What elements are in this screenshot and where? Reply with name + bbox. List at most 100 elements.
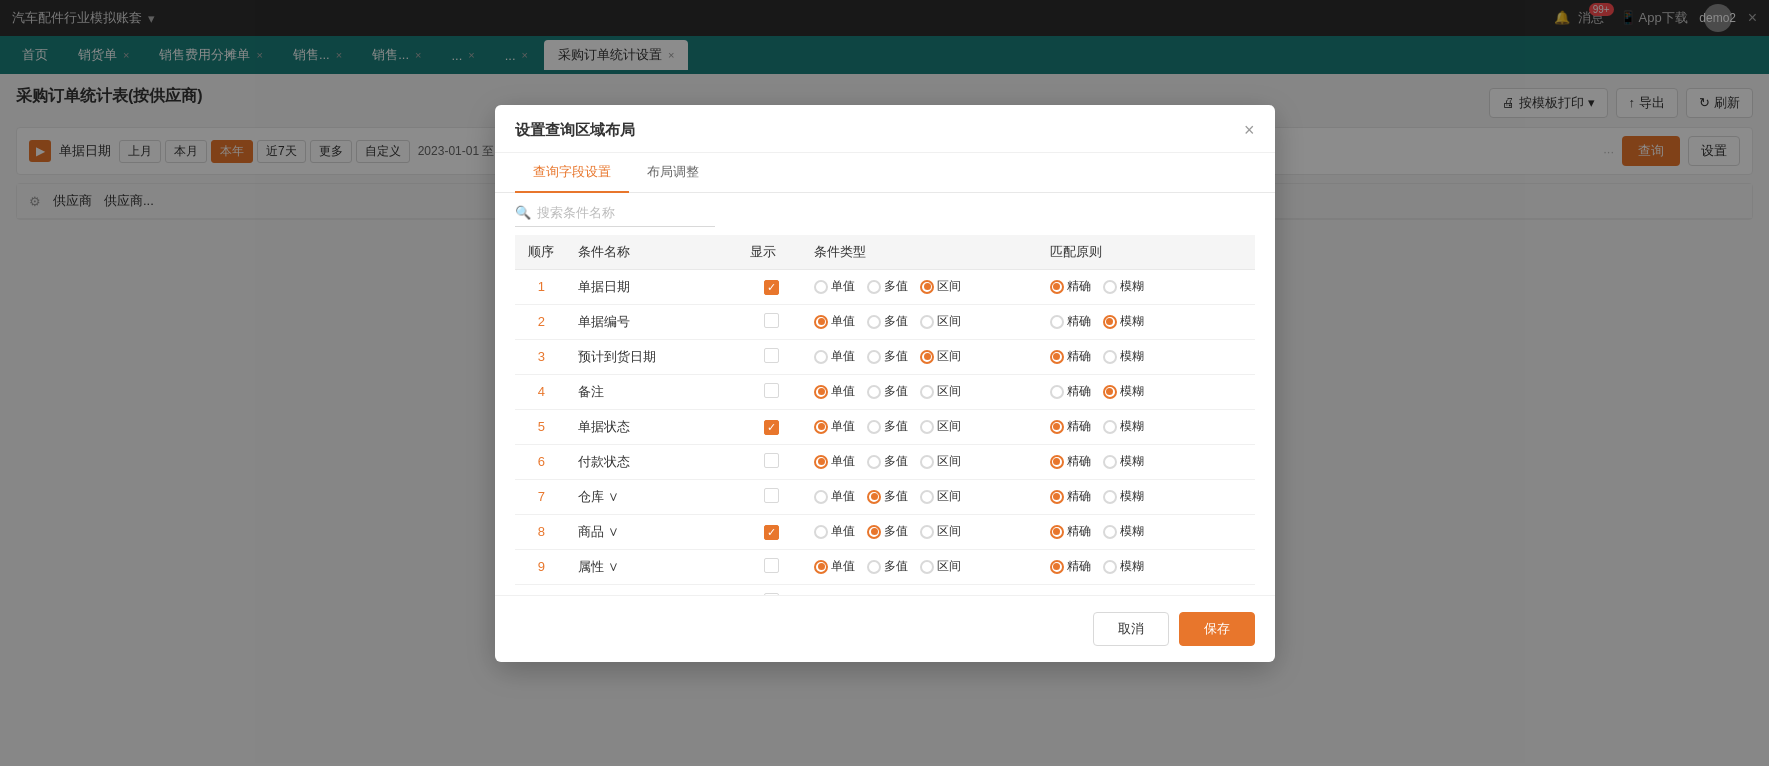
display-checkbox[interactable] xyxy=(764,453,779,468)
radio-type-type_multi[interactable]: 多值 xyxy=(867,348,908,365)
modal-close-button[interactable]: × xyxy=(1244,121,1255,139)
radio-match-match_fuzzy[interactable]: 模糊 xyxy=(1103,348,1144,365)
display-checkbox[interactable] xyxy=(764,558,779,573)
radio-type-type_range[interactable]: 区间 xyxy=(920,418,961,435)
cell-match: 精确模糊 xyxy=(1040,479,1255,514)
radio-type-type_single[interactable]: 单值 xyxy=(814,313,855,330)
radio-circle xyxy=(920,280,934,294)
modal-tab-layout[interactable]: 布局调整 xyxy=(629,153,717,193)
radio-type-type_range[interactable]: 区间 xyxy=(920,348,961,365)
radio-match-match_fuzzy[interactable]: 模糊 xyxy=(1103,418,1144,435)
modal-tab-query-fields[interactable]: 查询字段设置 xyxy=(515,153,629,193)
radio-type-type_multi[interactable]: 多值 xyxy=(867,278,908,295)
cell-display xyxy=(740,409,804,444)
radio-match-match_exact[interactable]: 精确 xyxy=(1050,278,1091,295)
radio-match-match_exact[interactable]: 精确 xyxy=(1050,523,1091,540)
radio-type-type_multi[interactable]: 多值 xyxy=(867,313,908,330)
radio-circle xyxy=(867,420,881,434)
radio-type-type_single[interactable]: 单值 xyxy=(814,488,855,505)
display-checkbox[interactable] xyxy=(764,348,779,363)
cell-match: 精确模糊 xyxy=(1040,444,1255,479)
display-checkbox[interactable] xyxy=(764,383,779,398)
cell-type: 单值 多值 区间 xyxy=(804,514,1040,549)
radio-match-match_exact[interactable]: 精确 xyxy=(1050,558,1091,575)
display-checkbox[interactable] xyxy=(764,420,779,435)
radio-type-type_range[interactable]: 区间 xyxy=(920,453,961,470)
radio-type-type_single[interactable]: 单值 xyxy=(814,348,855,365)
radio-match-match_fuzzy[interactable]: 模糊 xyxy=(1103,453,1144,470)
table-row: 10有无商品图片单值多值区间精确模糊 xyxy=(515,584,1255,595)
radio-type-type_single[interactable]: 单值 xyxy=(814,453,855,470)
modal-table: 顺序 条件名称 显示 条件类型 匹配原则 xyxy=(515,235,1255,595)
radio-type-type_range[interactable]: 区间 xyxy=(920,488,961,505)
radio-label: 精确 xyxy=(1067,523,1091,540)
radio-circle xyxy=(1103,525,1117,539)
radio-label: 精确 xyxy=(1067,383,1091,400)
radio-match-match_exact[interactable]: 精确 xyxy=(1050,453,1091,470)
radio-type-type_multi[interactable]: 多值 xyxy=(867,558,908,575)
radio-circle xyxy=(814,350,828,364)
cell-type: 单值多值 区间 xyxy=(804,479,1040,514)
radio-type-type_multi[interactable]: 多值 xyxy=(867,418,908,435)
cell-name: 单据日期 xyxy=(568,269,740,304)
save-button[interactable]: 保存 xyxy=(1179,612,1255,646)
cell-display xyxy=(740,584,804,595)
display-checkbox[interactable] xyxy=(764,280,779,295)
radio-type-type_range[interactable]: 区间 xyxy=(920,558,961,575)
cell-order: 5 xyxy=(515,409,569,444)
radio-label: 精确 xyxy=(1067,558,1091,575)
th-order: 顺序 xyxy=(515,235,569,270)
radio-circle xyxy=(814,560,828,574)
radio-match-match_exact[interactable]: 精确 xyxy=(1050,313,1091,330)
radio-type-type_single[interactable]: 单值 xyxy=(814,383,855,400)
radio-circle xyxy=(1103,560,1117,574)
radio-type-type_single[interactable]: 单值 xyxy=(814,558,855,575)
radio-type-type_single[interactable]: 单值 xyxy=(814,523,855,540)
radio-match-match_fuzzy[interactable]: 模糊 xyxy=(1103,488,1144,505)
radio-match-match_fuzzy[interactable]: 模糊 xyxy=(1103,558,1144,575)
radio-label: 精确 xyxy=(1067,453,1091,470)
radio-label: 多值 xyxy=(884,523,908,540)
radio-circle xyxy=(1103,420,1117,434)
radio-match-match_exact[interactable]: 精确 xyxy=(1050,488,1091,505)
radio-match-match_fuzzy[interactable]: 模糊 xyxy=(1103,313,1144,330)
display-checkbox[interactable] xyxy=(764,488,779,503)
radio-match-match_exact[interactable]: 精确 xyxy=(1050,383,1091,400)
cell-display xyxy=(740,374,804,409)
radio-type-type_range[interactable]: 区间 xyxy=(920,523,961,540)
radio-type-type_range[interactable]: 区间 xyxy=(920,383,961,400)
display-checkbox[interactable] xyxy=(764,525,779,540)
cell-name: 备注 xyxy=(568,374,740,409)
modal-search-row: 🔍 xyxy=(495,193,1275,235)
table-row: 8商品 ∨单值多值区间精确模糊 xyxy=(515,514,1255,549)
radio-type-type_multi[interactable]: 多值 xyxy=(867,488,908,505)
radio-label: 单值 xyxy=(831,418,855,435)
cell-match: 精确模糊 xyxy=(1040,549,1255,584)
radio-match-match_fuzzy[interactable]: 模糊 xyxy=(1103,278,1144,295)
radio-type-type_single[interactable]: 单值 xyxy=(814,278,855,295)
radio-type-type_multi[interactable]: 多值 xyxy=(867,523,908,540)
radio-match-match_exact[interactable]: 精确 xyxy=(1050,348,1091,365)
radio-label: 多值 xyxy=(884,558,908,575)
cell-match: 精确模糊 xyxy=(1040,409,1255,444)
radio-label: 单值 xyxy=(831,383,855,400)
radio-circle xyxy=(920,525,934,539)
radio-type-type_multi[interactable]: 多值 xyxy=(867,383,908,400)
radio-circle xyxy=(1103,455,1117,469)
cell-display xyxy=(740,444,804,479)
radio-circle xyxy=(867,315,881,329)
radio-type-type_range[interactable]: 区间 xyxy=(920,278,961,295)
radio-type-type_single[interactable]: 单值 xyxy=(814,418,855,435)
radio-match-match_exact[interactable]: 精确 xyxy=(1050,418,1091,435)
search-input[interactable] xyxy=(537,205,715,220)
radio-label: 区间 xyxy=(937,523,961,540)
radio-type-type_multi[interactable]: 多值 xyxy=(867,453,908,470)
radio-type-type_range[interactable]: 区间 xyxy=(920,313,961,330)
display-checkbox[interactable] xyxy=(764,313,779,328)
radio-match-match_fuzzy[interactable]: 模糊 xyxy=(1103,383,1144,400)
cancel-button[interactable]: 取消 xyxy=(1093,612,1169,646)
modal-header: 设置查询区域布局 × xyxy=(495,105,1275,153)
radio-match-match_fuzzy[interactable]: 模糊 xyxy=(1103,523,1144,540)
radio-label: 多值 xyxy=(884,453,908,470)
radio-label: 区间 xyxy=(937,488,961,505)
